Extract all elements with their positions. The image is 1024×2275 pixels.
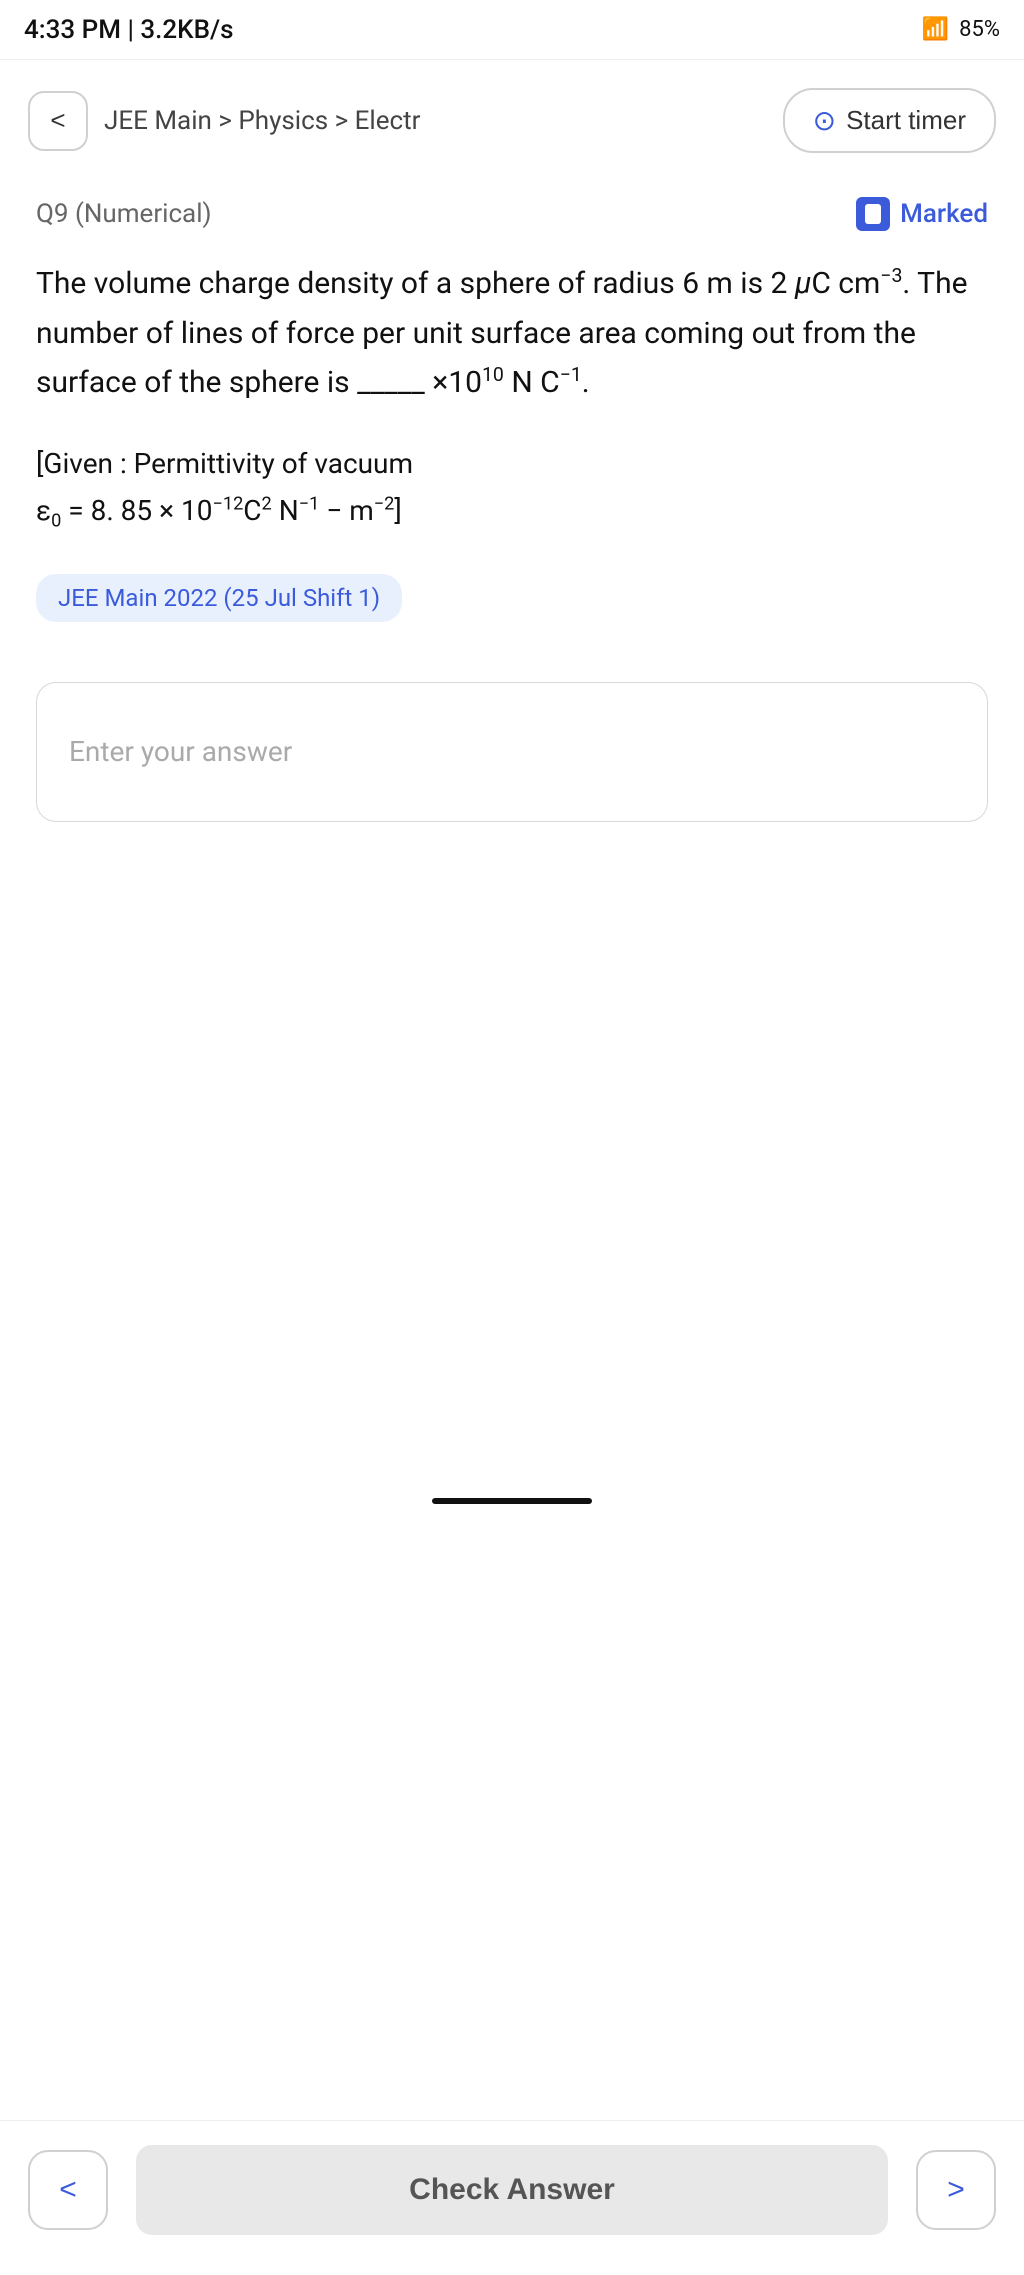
start-timer-label: Start timer <box>846 105 966 136</box>
question-label: Q9 (Numerical) <box>36 199 212 229</box>
answer-placeholder: Enter your answer <box>69 735 292 768</box>
network-icon: 📶 <box>922 17 949 42</box>
tag-chip: JEE Main 2022 (25 Jul Shift 1) <box>36 574 402 622</box>
status-time: 4:33 PM | 3.2KB/s <box>24 15 234 45</box>
question-text: The volume charge density of a sphere of… <box>36 259 988 408</box>
top-nav: < JEE Main > Physics > Electr ⊙ Start ti… <box>0 60 1024 173</box>
question-area: Q9 (Numerical) Marked The volume charge … <box>0 173 1024 886</box>
spacer <box>0 886 1024 1486</box>
start-timer-button[interactable]: ⊙ Start timer <box>783 88 996 153</box>
marked-label: Marked <box>900 199 988 229</box>
next-icon: > <box>947 2173 965 2207</box>
next-button[interactable]: > <box>916 2150 996 2230</box>
marked-badge: Marked <box>856 197 988 231</box>
marked-icon <box>856 197 890 231</box>
epsilon-formula: ε0 = 8. 85 × 10−12C2 N−1 − m−2] <box>36 494 402 527</box>
back-icon: < <box>50 105 65 136</box>
bottom-bar: < Check Answer > <box>0 2120 1024 2275</box>
timer-icon: ⊙ <box>813 104 836 137</box>
given-box: [Given : Permittivity of vacuum ε0 = 8. … <box>36 440 988 538</box>
nav-left: < JEE Main > Physics > Electr <box>28 91 420 151</box>
breadcrumb: JEE Main > Physics > Electr <box>104 106 420 136</box>
answer-input-area[interactable]: Enter your answer <box>36 682 988 822</box>
question-meta: Q9 (Numerical) Marked <box>36 197 988 231</box>
prev-button[interactable]: < <box>28 2150 108 2230</box>
status-bar: 4:33 PM | 3.2KB/s 📶 85% <box>0 0 1024 60</box>
battery-level: 85% <box>959 17 1000 42</box>
back-button[interactable]: < <box>28 91 88 151</box>
home-indicator <box>432 1498 592 1504</box>
answer-box-wrapper: Enter your answer <box>36 682 988 822</box>
prev-icon: < <box>59 2173 77 2207</box>
status-right: 📶 85% <box>922 17 1000 42</box>
check-answer-button[interactable]: Check Answer <box>136 2145 888 2235</box>
